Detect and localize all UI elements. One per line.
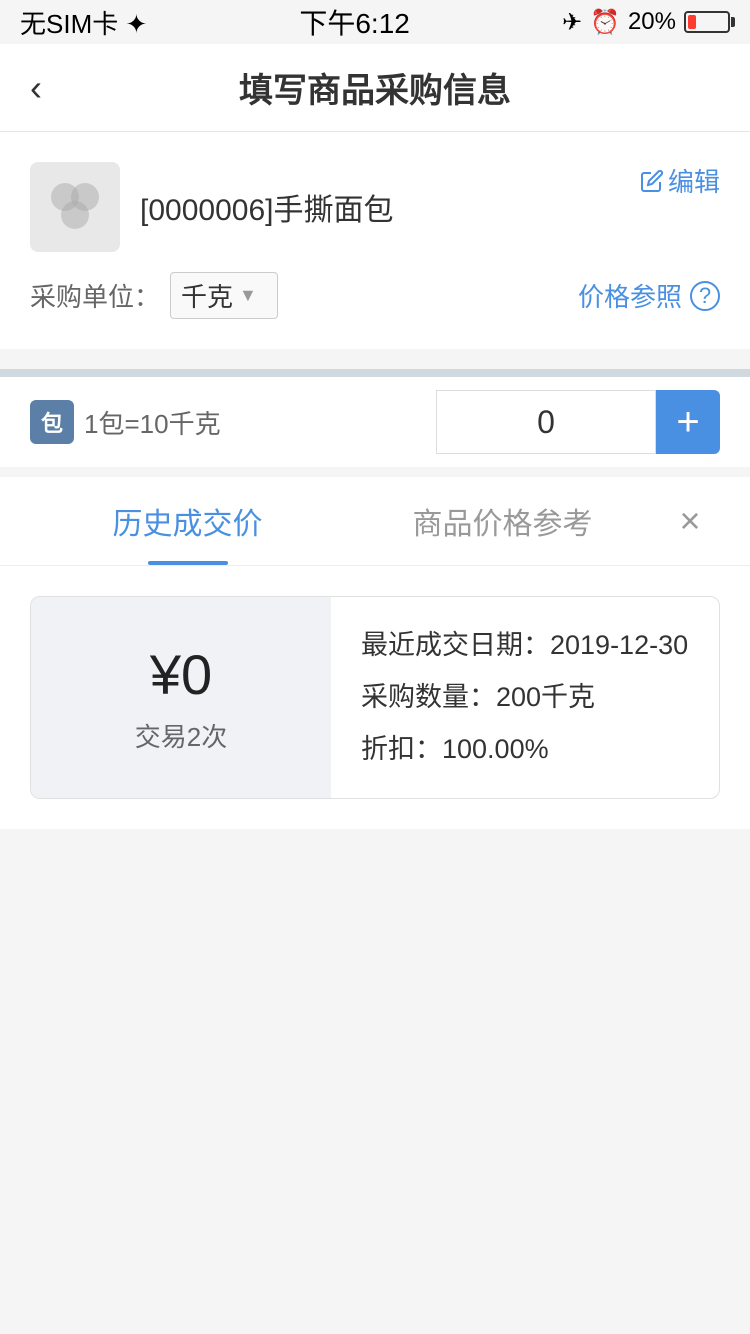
location-icon: ✈ (562, 8, 582, 37)
unit-section: 采购单位： 千克 ▼ (30, 272, 278, 319)
history-content: ¥0 交易2次 最近成交日期：2019-12-30 采购数量：200千克 折扣：… (0, 566, 750, 829)
tab-price-ref[interactable]: 商品价格参考 (345, 477, 660, 565)
status-left: 无SIM卡 ✦ (20, 4, 147, 41)
tab-close-button[interactable]: × (660, 477, 720, 565)
price-card: ¥0 交易2次 最近成交日期：2019-12-30 采购数量：200千克 折扣：… (30, 596, 720, 799)
carrier-text: 无SIM卡 ✦ (20, 4, 147, 41)
quantity-unit-equiv: 1包=10千克 (84, 404, 221, 441)
unit-select[interactable]: 千克 ▼ (170, 272, 278, 319)
price-recent-date-value: 2019-12-30 (550, 630, 688, 660)
product-header: [0000006]手撕面包 编辑 (30, 162, 720, 252)
unit-label: 采购单位： (30, 277, 160, 314)
quantity-plus-button[interactable]: + (656, 390, 720, 454)
product-bottom: 采购单位： 千克 ▼ 价格参照 ? (30, 272, 720, 319)
alarm-icon: ⏰ (590, 8, 620, 37)
price-discount-row: 折扣：100.00% (361, 731, 689, 769)
tab-section: 历史成交价 商品价格参考 × ¥0 交易2次 最近成交日期：2019-12-30… (0, 477, 750, 829)
tab-history-price-label: 历史成交价 (113, 499, 263, 543)
price-recent-date-label: 最近成交日期： (361, 630, 550, 660)
nav-bar: ‹ 填写商品采购信息 (0, 44, 750, 132)
quantity-row: 包 1包=10千克 0 + (0, 377, 750, 467)
quantity-unit-icon: 包 (30, 400, 74, 444)
price-amount: ¥0 (150, 642, 212, 707)
battery-icon (684, 11, 730, 33)
price-card-left: ¥0 交易2次 (31, 597, 331, 798)
divider-bar (0, 369, 750, 377)
back-button[interactable]: ‹ (30, 67, 42, 109)
price-ref-help-icon: ? (690, 281, 720, 311)
tab-history-price[interactable]: 历史成交价 (30, 477, 345, 565)
price-ref-label: 价格参照 (578, 277, 682, 314)
quantity-value: 0 (537, 404, 555, 441)
price-quantity-value: 200千克 (496, 682, 595, 712)
edit-button[interactable]: 编辑 (640, 162, 720, 199)
price-quantity-row: 采购数量：200千克 (361, 679, 689, 717)
price-discount-label: 折扣： (361, 734, 442, 764)
page-title: 填写商品采购信息 (239, 63, 511, 112)
product-left: [0000006]手撕面包 (30, 162, 393, 252)
battery-fill (688, 15, 696, 29)
product-name: [0000006]手撕面包 (140, 185, 393, 229)
price-times: 交易2次 (135, 717, 227, 754)
product-section: [0000006]手撕面包 编辑 采购单位： 千克 ▼ 价格参照 ? (0, 132, 750, 349)
edit-label: 编辑 (668, 162, 720, 199)
tab-price-ref-label: 商品价格参考 (413, 499, 593, 543)
status-right: ✈ ⏰ 20% (562, 8, 730, 37)
price-quantity-label: 采购数量： (361, 682, 496, 712)
price-discount-value: 100.00% (442, 734, 549, 764)
battery-percent: 20% (628, 8, 676, 36)
price-recent-date-row: 最近成交日期：2019-12-30 (361, 627, 689, 665)
price-ref-button[interactable]: 价格参照 ? (578, 277, 720, 314)
quantity-controls: 0 + (436, 390, 720, 454)
quantity-unit-icon-label: 包 (41, 406, 63, 438)
tab-bar: 历史成交价 商品价格参考 × (0, 477, 750, 566)
price-card-right: 最近成交日期：2019-12-30 采购数量：200千克 折扣：100.00% (331, 597, 719, 798)
status-time: 下午6:12 (299, 2, 410, 42)
quantity-label: 包 1包=10千克 (30, 400, 221, 444)
quantity-input[interactable]: 0 (436, 390, 656, 454)
product-thumbnail (30, 162, 120, 252)
plus-icon: + (676, 402, 699, 442)
close-icon: × (679, 500, 700, 542)
unit-value: 千克 (181, 277, 233, 314)
unit-chevron-icon: ▼ (239, 285, 257, 306)
status-bar: 无SIM卡 ✦ 下午6:12 ✈ ⏰ 20% (0, 0, 750, 44)
edit-icon (640, 169, 664, 193)
